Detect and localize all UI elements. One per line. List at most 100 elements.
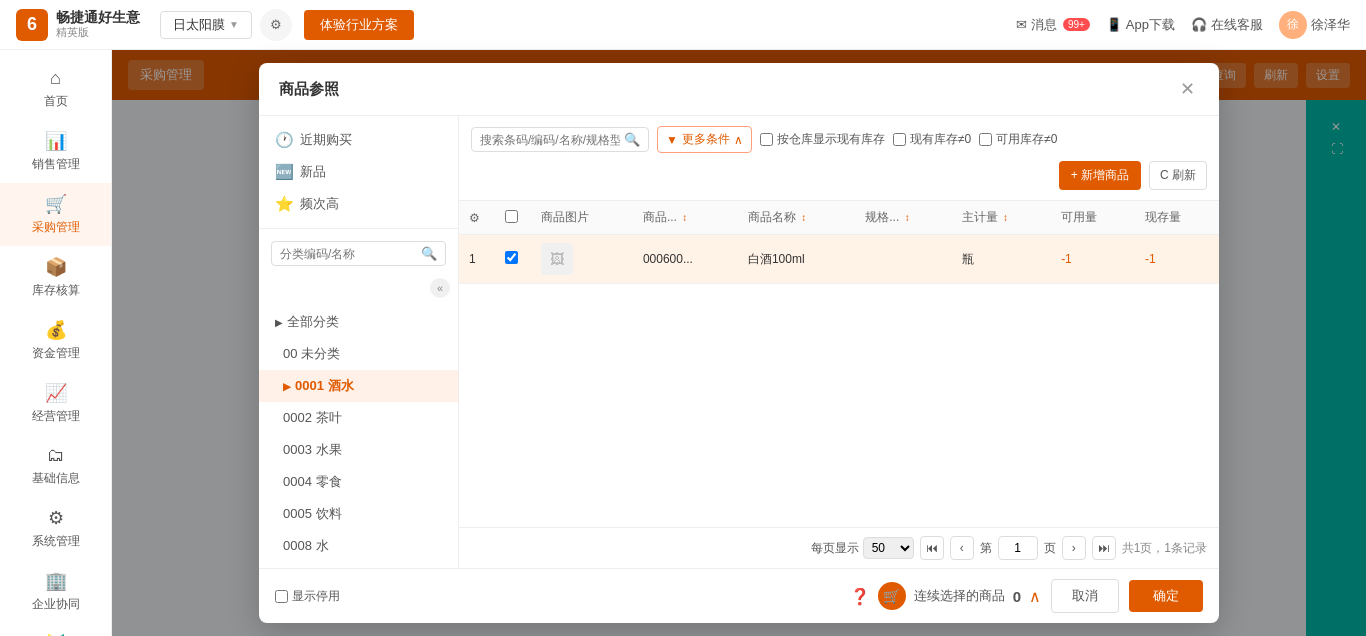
company-name: 日太阳膜: [173, 16, 225, 34]
first-page-button[interactable]: ⏮: [920, 536, 944, 560]
modal-close-button[interactable]: ✕: [1175, 77, 1199, 101]
main-layout: ⌂ 首页 📊 销售管理 🛒 采购管理 📦 库存核算 💰 资金管理 📈 经营管理 …: [0, 50, 1366, 636]
page-word: 第: [980, 540, 992, 557]
triangle-icon: ▶: [275, 317, 283, 328]
sidebar-item-home-label: 首页: [44, 93, 68, 110]
cat-item-0008[interactable]: 0008 水: [259, 530, 458, 562]
panel-collapse-button[interactable]: «: [430, 278, 450, 298]
warehouse-checkbox[interactable]: [760, 133, 773, 146]
col-code[interactable]: 商品... ↕: [633, 201, 738, 235]
recent-purchase-label: 近期购买: [300, 131, 352, 149]
sidebar-item-finance[interactable]: 💰 资金管理: [0, 309, 111, 372]
cancel-button[interactable]: 取消: [1051, 579, 1119, 613]
settings-button[interactable]: ⚙: [260, 9, 292, 41]
sidebar-item-sales[interactable]: 📊 销售管理: [0, 120, 111, 183]
sidebar-item-enterprise[interactable]: 🏢 企业协同: [0, 560, 111, 623]
sidebar-item-home[interactable]: ⌂ 首页: [0, 58, 111, 120]
finance-icon: 💰: [45, 319, 67, 341]
per-page-selector: 每页显示 10 20 50 100: [811, 537, 914, 559]
warehouse-display-check[interactable]: 按仓库显示现有库存: [760, 131, 885, 148]
modal-toolbar: 🔍 ▼ 更多条件 ∧ 按仓库显示现有库存: [459, 116, 1219, 201]
row-code: 000600...: [633, 235, 738, 284]
enterprise-icon: 🏢: [45, 570, 67, 592]
cat-0005-label: 0005 饮料: [283, 505, 342, 523]
col-image: 商品图片: [531, 201, 633, 235]
clock-icon: 🕐: [275, 131, 294, 149]
new-product-item[interactable]: 🆕 新品: [259, 156, 458, 188]
add-product-button[interactable]: + 新增商品: [1059, 161, 1141, 190]
next-page-button[interactable]: ›: [1062, 536, 1086, 560]
all-categories-item[interactable]: ▶ 全部分类: [259, 306, 458, 338]
col-name[interactable]: 商品名称 ↕: [738, 201, 855, 235]
col-stock: 现存量: [1135, 201, 1219, 235]
confirm-button[interactable]: 确定: [1129, 580, 1203, 612]
per-page-select[interactable]: 10 20 50 100: [863, 537, 914, 559]
content-area: 采购管理 查询 刷新 设置 ✕ ⛶ 商品参照 ✕: [112, 50, 1366, 636]
sidebar-item-system[interactable]: ⚙ 系统管理: [0, 497, 111, 560]
sidebar-item-finance-label: 资金管理: [32, 345, 80, 362]
sidebar-item-guide[interactable]: 🔰 新手引导: [0, 623, 111, 636]
cat-item-0001[interactable]: ▶ 0001 酒水: [259, 370, 458, 402]
col-available[interactable]: 可用量: [1051, 201, 1135, 235]
row-select-checkbox[interactable]: [505, 251, 518, 264]
row-name: 白酒100ml: [738, 235, 855, 284]
category-search-input[interactable]: [280, 247, 417, 261]
select-all-checkbox[interactable]: [505, 210, 518, 223]
product-table-wrap: ⚙ 商品图片 商品... ↕ 商品名称 ↕ 规格... ↕ 主计量 ↕ 可用量: [459, 201, 1219, 527]
help-icon[interactable]: ❓: [850, 587, 870, 606]
new-icon: 🆕: [275, 163, 294, 181]
sidebar-item-basic[interactable]: 🗂 基础信息: [0, 435, 111, 497]
show-disabled-checkbox[interactable]: [275, 590, 288, 603]
last-page-button[interactable]: ⏭: [1092, 536, 1116, 560]
show-disabled-label: 显示停用: [292, 588, 340, 605]
prev-page-button[interactable]: ‹: [950, 536, 974, 560]
cat-item-0003[interactable]: 0003 水果: [259, 434, 458, 466]
row-checkbox[interactable]: [495, 235, 531, 284]
footer-collapse-icon[interactable]: ∧: [1029, 587, 1041, 606]
table-row[interactable]: 1 🖼 000600... 白酒100ml 瓶: [459, 235, 1219, 284]
sidebar-item-purchase-label: 采购管理: [32, 219, 80, 236]
frequent-label: 频次高: [300, 195, 339, 213]
mobile-icon: 📱: [1106, 17, 1122, 32]
messages-button[interactable]: ✉ 消息 99+: [1016, 16, 1090, 34]
available-stock-checkbox[interactable]: [893, 133, 906, 146]
user-menu-button[interactable]: 徐 徐泽华: [1279, 11, 1350, 39]
message-label: 消息: [1031, 16, 1057, 34]
sidebar-item-purchase[interactable]: 🛒 采购管理: [0, 183, 111, 246]
app-download-button[interactable]: 📱 App下载: [1106, 16, 1175, 34]
row-stock: -1: [1135, 235, 1219, 284]
category-search: 🔍: [271, 241, 446, 266]
available-stock-check[interactable]: 现有库存≠0: [893, 131, 971, 148]
cat-item-0005[interactable]: 0005 饮料: [259, 498, 458, 530]
customer-service-button[interactable]: 🎧 在线客服: [1191, 16, 1263, 34]
page-number-input[interactable]: [998, 536, 1038, 560]
cart-button[interactable]: 🛒: [878, 582, 906, 610]
sidebar-item-operation[interactable]: 📈 经营管理: [0, 372, 111, 435]
table-select-all-col[interactable]: [495, 201, 531, 235]
cat-item-00[interactable]: 00 未分类: [259, 338, 458, 370]
exp-industry-button[interactable]: 体验行业方案: [304, 10, 414, 40]
product-search-input[interactable]: [480, 133, 620, 147]
table-settings-col[interactable]: ⚙: [459, 201, 495, 235]
usable-stock-checkbox[interactable]: [979, 133, 992, 146]
cat-item-0004[interactable]: 0004 零食: [259, 466, 458, 498]
frequent-item[interactable]: ⭐ 频次高: [259, 188, 458, 220]
cat-0008-label: 0008 水: [283, 537, 329, 555]
col-unit[interactable]: 主计量 ↕: [952, 201, 1051, 235]
sidebar-item-stock[interactable]: 📦 库存核算: [0, 246, 111, 309]
brand-name: 畅捷通好生意: [56, 9, 140, 26]
sidebar-item-stock-label: 库存核算: [32, 282, 80, 299]
modal-footer: 显示停用 ❓ 🛒 连续选择的商品 0 ∧ 取消 确定: [259, 568, 1219, 623]
recent-purchase-item[interactable]: 🕐 近期购买: [259, 124, 458, 156]
usable-stock-check[interactable]: 可用库存≠0: [979, 131, 1057, 148]
col-spec[interactable]: 规格... ↕: [855, 201, 951, 235]
toolbar-right-actions: + 新增商品 C 刷新: [1059, 161, 1207, 190]
left-sidebar: ⌂ 首页 📊 销售管理 🛒 采购管理 📦 库存核算 💰 资金管理 📈 经营管理 …: [0, 50, 112, 636]
operation-icon: 📈: [45, 382, 67, 404]
company-selector[interactable]: 日太阳膜 ▼: [160, 11, 252, 39]
refresh-button[interactable]: C 刷新: [1149, 161, 1207, 190]
more-filters-button[interactable]: ▼ 更多条件 ∧: [657, 126, 752, 153]
show-disabled-check[interactable]: 显示停用: [275, 588, 340, 605]
cat-item-0002[interactable]: 0002 茶叶: [259, 402, 458, 434]
sidebar-item-sales-label: 销售管理: [32, 156, 80, 173]
